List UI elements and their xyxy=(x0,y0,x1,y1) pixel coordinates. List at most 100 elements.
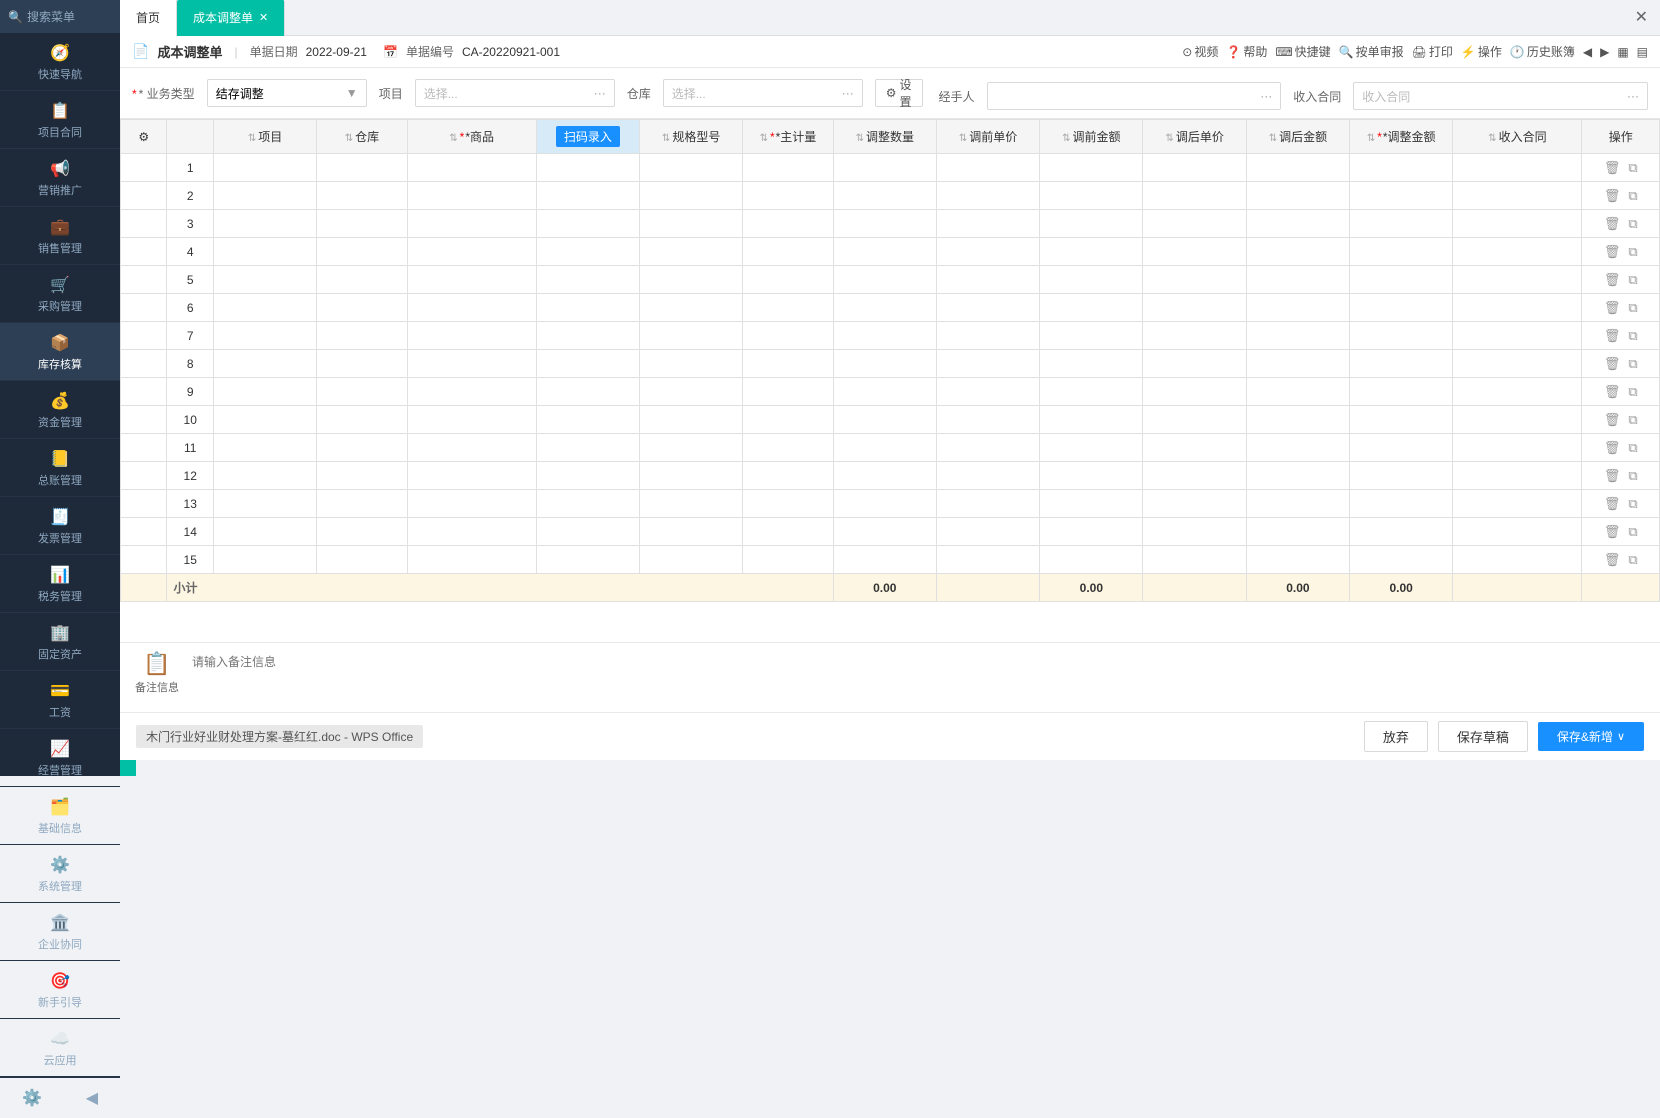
cell-2[interactable] xyxy=(407,490,536,518)
cell-12[interactable] xyxy=(1453,322,1582,350)
save-new-button[interactable]: 保存&新增 ∨ xyxy=(1538,722,1644,751)
shortcut-btn[interactable]: ⌨ 快捷键 xyxy=(1275,43,1330,60)
cell-10[interactable] xyxy=(1246,266,1349,294)
cell-4[interactable] xyxy=(639,266,742,294)
copy-row-button[interactable]: ⧉ xyxy=(1626,188,1639,204)
col-before-unit-price[interactable]: ⇅调前单价 xyxy=(936,120,1039,154)
cell-12[interactable] xyxy=(1453,154,1582,182)
cell-10[interactable] xyxy=(1246,406,1349,434)
cell-3[interactable] xyxy=(536,322,639,350)
cell-5[interactable] xyxy=(743,434,833,462)
copy-row-button[interactable]: ⧉ xyxy=(1626,496,1639,512)
cell-4[interactable] xyxy=(639,462,742,490)
cell-4[interactable] xyxy=(639,518,742,546)
copy-row-button[interactable]: ⧉ xyxy=(1626,412,1639,428)
cell-1[interactable] xyxy=(317,322,407,350)
delete-row-button[interactable]: 🗑 xyxy=(1602,440,1623,456)
cell-11[interactable] xyxy=(1350,322,1453,350)
cell-5[interactable] xyxy=(743,182,833,210)
cell-11[interactable] xyxy=(1350,490,1453,518)
cell-2[interactable] xyxy=(407,182,536,210)
cell-12[interactable] xyxy=(1453,490,1582,518)
cell-12[interactable] xyxy=(1453,406,1582,434)
col-warehouse[interactable]: ⇅仓库 xyxy=(317,120,407,154)
delete-row-button[interactable]: 🗑 xyxy=(1602,216,1623,232)
col-unit[interactable]: ⇅**主计量 xyxy=(743,120,833,154)
cell-11[interactable] xyxy=(1350,238,1453,266)
delete-row-button[interactable]: 🗑 xyxy=(1602,356,1623,372)
cell-11[interactable] xyxy=(1350,210,1453,238)
cell-9[interactable] xyxy=(1143,490,1246,518)
warehouse-input[interactable]: 选择... ··· xyxy=(663,79,863,107)
cell-0[interactable] xyxy=(213,210,316,238)
cell-2[interactable] xyxy=(407,266,536,294)
cell-6[interactable] xyxy=(833,490,936,518)
cell-10[interactable] xyxy=(1246,518,1349,546)
cell-1[interactable] xyxy=(317,294,407,322)
cell-1[interactable] xyxy=(317,210,407,238)
view-btn[interactable]: ⊙ 视频 xyxy=(1182,43,1218,60)
cell-10[interactable] xyxy=(1246,546,1349,574)
cell-9[interactable] xyxy=(1143,406,1246,434)
cell-6[interactable] xyxy=(833,462,936,490)
cell-10[interactable] xyxy=(1246,490,1349,518)
cell-7[interactable] xyxy=(936,350,1039,378)
copy-row-button[interactable]: ⧉ xyxy=(1626,160,1639,176)
history-btn[interactable]: 🕐 历史账簿 xyxy=(1510,43,1575,60)
sidebar-item-ledger-mgmt[interactable]: 📒 总账管理 xyxy=(0,439,120,497)
cell-4[interactable] xyxy=(639,294,742,322)
cell-12[interactable] xyxy=(1453,210,1582,238)
cell-3[interactable] xyxy=(536,406,639,434)
cell-6[interactable] xyxy=(833,210,936,238)
cell-7[interactable] xyxy=(936,518,1039,546)
cell-9[interactable] xyxy=(1143,546,1246,574)
cell-5[interactable] xyxy=(743,406,833,434)
cell-4[interactable] xyxy=(639,238,742,266)
col-project[interactable]: ⇅项目 xyxy=(213,120,316,154)
cell-11[interactable] xyxy=(1350,350,1453,378)
delete-row-button[interactable]: 🗑 xyxy=(1602,468,1623,484)
cell-4[interactable] xyxy=(639,210,742,238)
cell-6[interactable] xyxy=(833,546,936,574)
cell-3[interactable] xyxy=(536,266,639,294)
cell-8[interactable] xyxy=(1040,182,1143,210)
cell-1[interactable] xyxy=(317,546,407,574)
cell-3[interactable] xyxy=(536,518,639,546)
cell-9[interactable] xyxy=(1143,266,1246,294)
sidebar-item-sys-mgmt[interactable]: ⚙️ 系统管理 xyxy=(0,845,120,903)
cell-11[interactable] xyxy=(1350,462,1453,490)
cell-7[interactable] xyxy=(936,294,1039,322)
cell-9[interactable] xyxy=(1143,322,1246,350)
sidebar-item-enterprise[interactable]: 🏛️ 企业协同 xyxy=(0,903,120,961)
col-settings[interactable]: ⚙ xyxy=(121,120,167,154)
cell-11[interactable] xyxy=(1350,378,1453,406)
cell-6[interactable] xyxy=(833,182,936,210)
col-income-contract[interactable]: ⇅收入合同 xyxy=(1453,120,1582,154)
cell-4[interactable] xyxy=(639,350,742,378)
cell-5[interactable] xyxy=(743,266,833,294)
copy-row-button[interactable]: ⧉ xyxy=(1626,384,1639,400)
window-close-button[interactable]: ✕ xyxy=(1623,0,1660,36)
cell-1[interactable] xyxy=(317,154,407,182)
cell-8[interactable] xyxy=(1040,350,1143,378)
delete-row-button[interactable]: 🗑 xyxy=(1602,244,1623,260)
cell-1[interactable] xyxy=(317,490,407,518)
cell-1[interactable] xyxy=(317,378,407,406)
cell-1[interactable] xyxy=(317,434,407,462)
scan-input-button[interactable]: 扫码录入 xyxy=(556,126,620,147)
cell-3[interactable] xyxy=(536,434,639,462)
col-after-unit-price[interactable]: ⇅调后单价 xyxy=(1143,120,1246,154)
notes-input[interactable] xyxy=(192,651,1648,673)
income-contract-input[interactable]: 收入合同 ··· xyxy=(1353,82,1648,110)
delete-row-button[interactable]: 🗑 xyxy=(1602,272,1623,288)
cell-2[interactable] xyxy=(407,350,536,378)
cell-10[interactable] xyxy=(1246,154,1349,182)
cell-8[interactable] xyxy=(1040,406,1143,434)
help-btn[interactable]: ❓ 帮助 xyxy=(1226,43,1267,60)
cell-3[interactable] xyxy=(536,182,639,210)
sidebar-item-tax-mgmt[interactable]: 📊 税务管理 xyxy=(0,555,120,613)
cell-7[interactable] xyxy=(936,266,1039,294)
cell-8[interactable] xyxy=(1040,154,1143,182)
cell-6[interactable] xyxy=(833,154,936,182)
nav-next-btn[interactable]: ▶ xyxy=(1600,45,1609,59)
